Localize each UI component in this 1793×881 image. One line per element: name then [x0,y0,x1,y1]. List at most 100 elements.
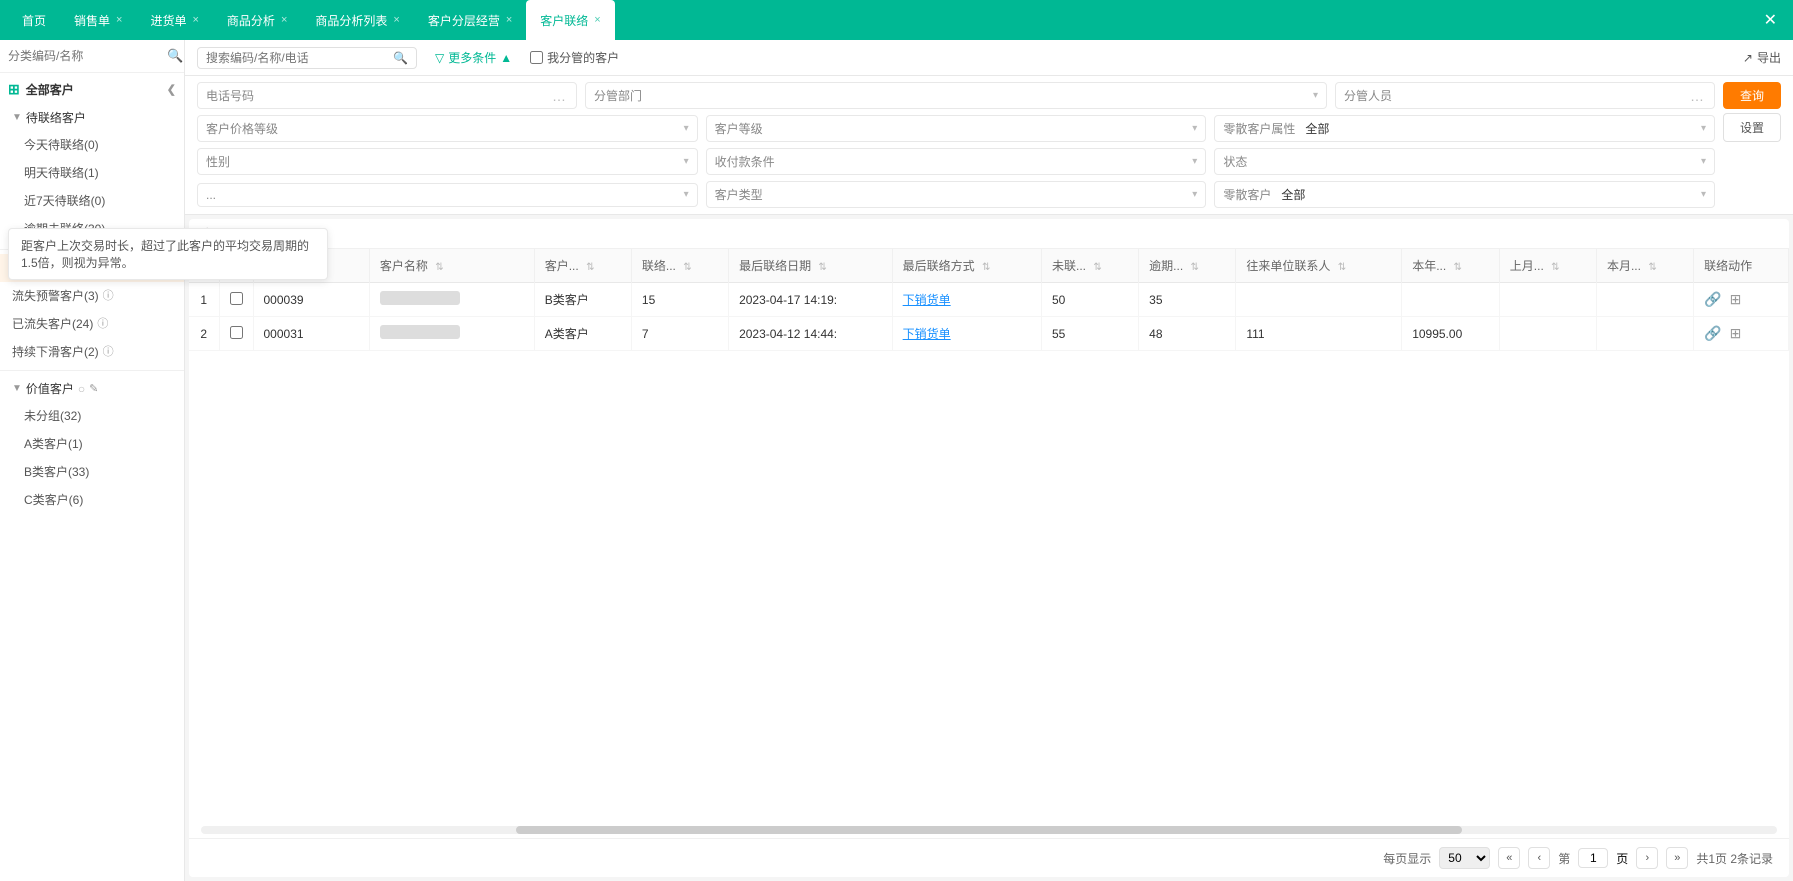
value-customer-edit-icon[interactable]: ✎ [89,382,98,395]
tab-analysis-list[interactable]: 商品分析列表 × [301,0,413,40]
th-last-date[interactable]: 最后联络日期 ⇅ [729,249,893,283]
settings-button[interactable]: 设置 [1723,113,1781,142]
action-grid-icon-1[interactable]: ⊞ [1730,291,1742,308]
filter-customer-type[interactable]: 客户类型 ▾ [706,181,1207,208]
value-customer-header[interactable]: ▼ 价值客户 ○ ✎ [0,375,184,402]
filter-customer-level[interactable]: 客户等级 ▾ [706,115,1207,142]
cell-year-1 [1402,283,1500,317]
cell-overdue-1: 35 [1139,283,1236,317]
lost-warning-item[interactable]: 流失预警客户(3) ⓘ [0,282,184,310]
horizontal-scrollbar[interactable] [201,826,1777,834]
action-link-icon-2[interactable]: 🔗 [1704,325,1721,342]
th-year[interactable]: 本年... ⇅ [1402,249,1500,283]
filter-status[interactable]: 状态 ▾ [1214,148,1715,175]
retail-attr-dropdown-icon: ▾ [1701,123,1706,134]
th-overdue[interactable]: 逾期... ⇅ [1139,249,1236,283]
filter-buttons: 查询 设置 [1723,82,1781,208]
last-page-button[interactable]: » [1666,847,1688,869]
page-size-select[interactable]: 50 20 100 [1439,847,1490,869]
row1-checkbox[interactable] [230,292,243,305]
blurred-name-1 [380,291,460,305]
sidebar-search-input[interactable] [8,49,163,63]
close-analysis-tab[interactable]: × [281,14,287,26]
tab-purchase[interactable]: 进货单 × [136,0,212,40]
close-segment-tab[interactable]: × [506,14,512,26]
more-filter-button[interactable]: ▽ 更多条件 ▲ [429,46,518,69]
filter-phone[interactable]: 电话号码 … [197,82,577,109]
filter-gender[interactable]: 性别 ▾ [197,148,698,175]
cell-contact-2: 7 [631,317,728,351]
filter-retail-attr[interactable]: 零散客户属性 全部 ▾ [1214,115,1715,142]
close-contact-tab[interactable]: × [594,14,600,26]
sidebar-item-ungrouped[interactable]: 未分组(32) [0,402,184,430]
action-grid-icon-2[interactable]: ⊞ [1730,325,1742,342]
sidebar-item-tomorrow[interactable]: 明天待联络(1) [0,159,184,187]
filter-dots[interactable]: ... ▾ [197,183,698,207]
my-customer-checkbox[interactable] [530,51,543,64]
sidebar-item-today[interactable]: 今天待联络(0) [0,131,184,159]
tab-customer-contact[interactable]: 客户联络 × [526,0,614,40]
th-contact[interactable]: 联络... ⇅ [631,249,728,283]
cell-last-method-2[interactable]: 下销货单 [892,317,1041,351]
filter-search-icon[interactable]: 🔍 [393,51,408,65]
total-records-text: 共1页 2条记录 [1696,850,1773,867]
lost-item[interactable]: 已流失客户(24) ⓘ [0,310,184,338]
prev-page-button[interactable]: ‹ [1528,847,1550,869]
tab-analysis[interactable]: 商品分析 × [213,0,301,40]
price-level-dropdown-icon: ▾ [684,123,689,134]
th-not-contacted[interactable]: 未联... ⇅ [1042,249,1139,283]
link-method-1[interactable]: 下销货单 [903,293,951,307]
cell-checkbox-1[interactable] [219,283,253,317]
sidebar-item-class-b[interactable]: B类客户(33) [0,458,184,486]
next-page-button[interactable]: › [1636,847,1658,869]
th-last-method[interactable]: 最后联络方式 ⇅ [892,249,1041,283]
th-this-month[interactable]: 本月... ⇅ [1596,249,1693,283]
value-customer-circle-icon: ○ [78,382,85,396]
sidebar-item-7days[interactable]: 近7天待联络(0) [0,187,184,215]
filter-search-input[interactable] [206,51,389,65]
row2-checkbox[interactable] [230,326,243,339]
cell-last-method-1[interactable]: 下销货单 [892,283,1041,317]
filter-manager[interactable]: 分管人员 … [1335,82,1715,109]
link-method-2[interactable]: 下销货单 [903,327,951,341]
sidebar-item-class-c[interactable]: C类客户(6) [0,486,184,514]
th-contact-person[interactable]: 往来单位联系人 ⇅ [1236,249,1402,283]
export-button[interactable]: ↗ 导出 [1743,49,1781,66]
close-sales-tab[interactable]: × [116,14,122,26]
th-last-month[interactable]: 上月... ⇅ [1499,249,1596,283]
my-customer-checkbox-wrapper[interactable]: 我分管的客户 [530,49,619,66]
filter-payment[interactable]: 收付款条件 ▾ [706,148,1207,175]
all-customers-header[interactable]: ⊞ 全部客户 ❮ [0,73,184,102]
close-purchase-tab[interactable]: × [192,14,198,26]
cell-name-1 [369,283,534,317]
dots-dropdown-icon: ▾ [684,189,689,200]
table-scroll-wrapper[interactable]: 客户编码 ⇅ 客户名称 ⇅ 客户... ⇅ [189,249,1789,824]
blurred-name-2 [380,325,460,339]
global-close-button[interactable]: ✕ [1764,10,1777,30]
filter-row-3: 性别 ▾ 收付款条件 ▾ 状态 ▾ [197,148,1715,175]
cell-checkbox-2[interactable] [219,317,253,351]
pending-contact-header[interactable]: ▼ 待联络客户 [0,104,184,131]
lost-warning-info-icon: ⓘ [103,288,114,305]
filter-grid: 电话号码 … 分管部门 ▾ 分管人员 … [185,76,1793,215]
declining-item[interactable]: 持续下滑客户(2) ⓘ [0,338,184,366]
tab-home[interactable]: 首页 [8,0,60,40]
th-name[interactable]: 客户名称 ⇅ [369,249,534,283]
action-link-icon-1[interactable]: 🔗 [1704,291,1721,308]
query-button[interactable]: 查询 [1723,82,1781,109]
filter-dept[interactable]: 分管部门 ▾ [585,82,1327,109]
close-analysis-list-tab[interactable]: × [393,14,399,26]
data-table: 客户编码 ⇅ 客户名称 ⇅ 客户... ⇅ [189,249,1789,351]
sidebar-search-icon[interactable]: 🔍 [167,48,183,64]
filter-price-level[interactable]: 客户价格等级 ▾ [197,115,698,142]
tooltip-box: 距客户上次交易时长，超过了此客户的平均交易周期的1.5倍，则视为异常。 [8,228,328,280]
tab-sales[interactable]: 销售单 × [60,0,136,40]
this-month-sort-icon: ⇅ [1648,262,1656,273]
sidebar-item-class-a[interactable]: A类客户(1) [0,430,184,458]
tab-customer-segment[interactable]: 客户分层经营 × [414,0,526,40]
scrollbar-thumb[interactable] [516,826,1462,834]
first-page-button[interactable]: « [1498,847,1520,869]
filter-retail-customer[interactable]: 零散客户 全部 ▾ [1214,181,1715,208]
page-number-input[interactable] [1578,848,1608,868]
th-level[interactable]: 客户... ⇅ [534,249,631,283]
